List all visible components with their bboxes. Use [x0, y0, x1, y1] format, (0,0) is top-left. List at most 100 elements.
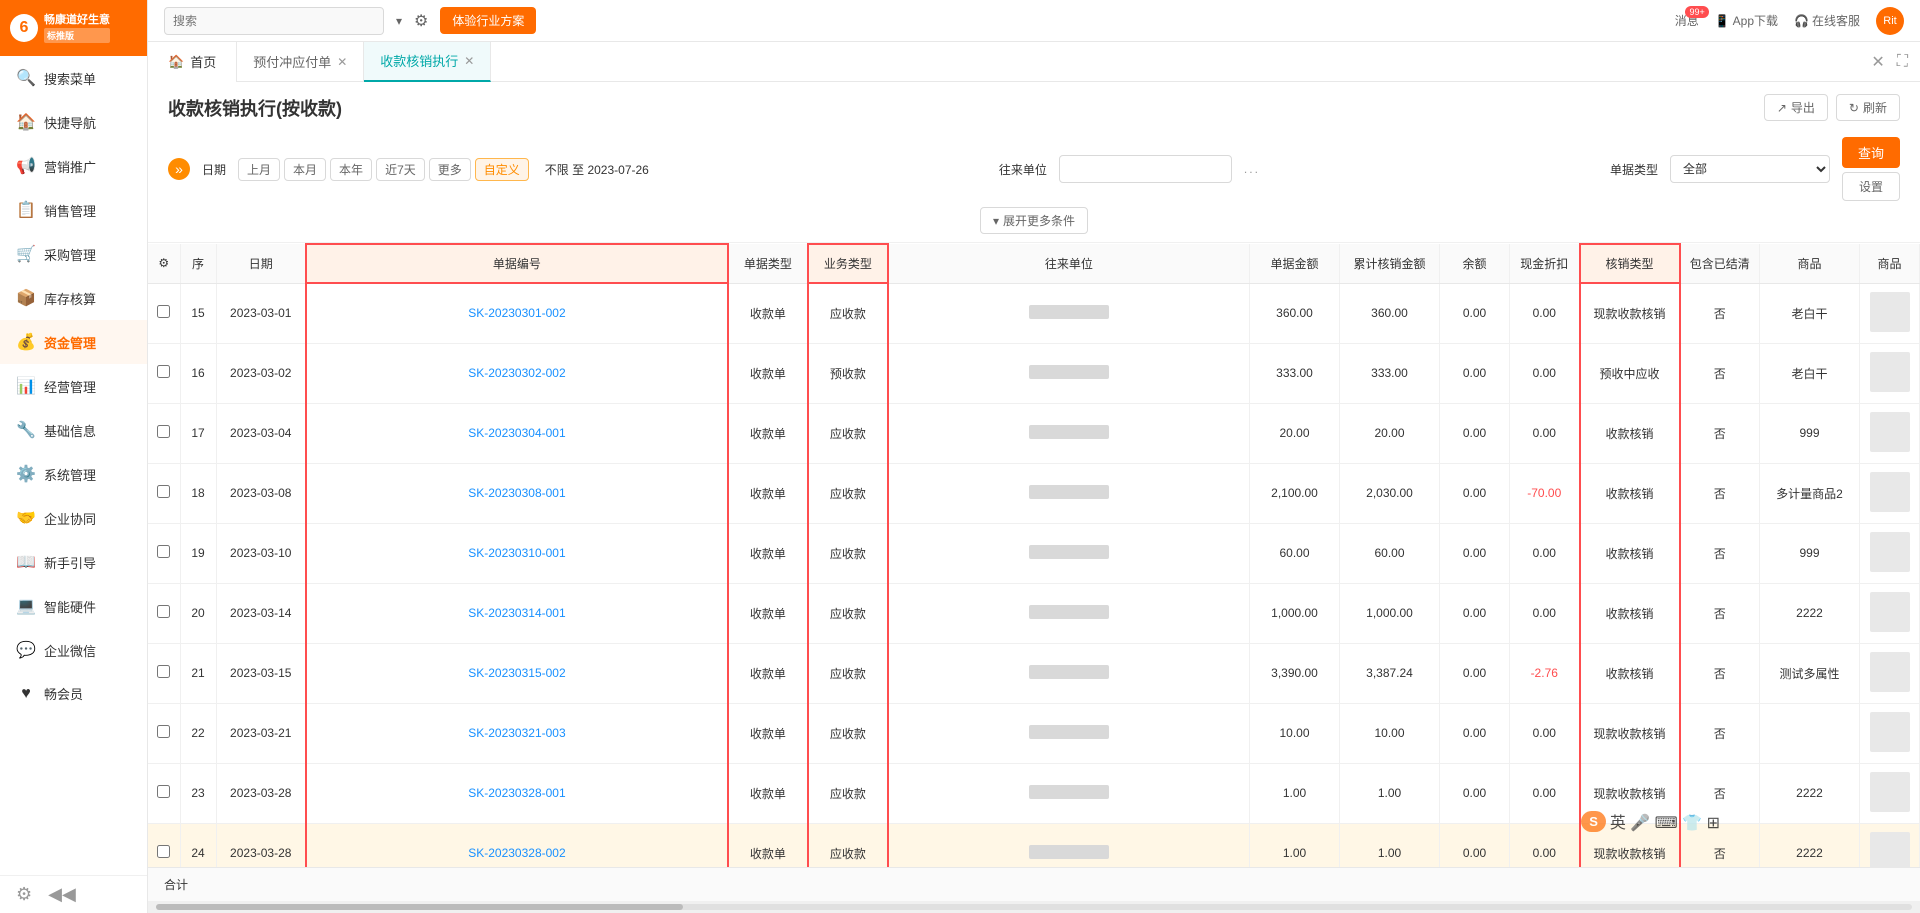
voucher-no-link[interactable]: SK-20230301-002: [468, 306, 565, 320]
settings-icon[interactable]: ⚙: [16, 884, 32, 905]
sidebar-item-inventory[interactable]: 📦库存核算: [0, 276, 147, 320]
cell-partner: [888, 343, 1250, 403]
row-checkbox[interactable]: [157, 485, 170, 498]
tab-collection[interactable]: 收款核销执行 ✕: [364, 42, 491, 82]
voucher-no-link[interactable]: SK-20230328-002: [468, 846, 565, 860]
cell-checkbox[interactable]: [148, 283, 180, 343]
col-settings-header[interactable]: ⚙: [148, 244, 180, 283]
cell-balance: 0.00: [1440, 583, 1510, 643]
cell-verify-type: 收款核销: [1580, 523, 1680, 583]
solution-button[interactable]: 体验行业方案: [440, 7, 536, 34]
app-download-link[interactable]: 📱 App下载: [1715, 12, 1778, 29]
cell-goods: 测试多属性: [1760, 643, 1860, 703]
cell-goods: 老白干: [1760, 283, 1860, 343]
sidebar-item-guide[interactable]: 📖新手引导: [0, 540, 147, 584]
cell-partner: [888, 643, 1250, 703]
sidebar-item-purchase[interactable]: 🛒采购管理: [0, 232, 147, 276]
date-this-year-btn[interactable]: 本年: [330, 158, 372, 181]
sidebar-item-finance[interactable]: 💰资金管理: [0, 320, 147, 364]
export-button[interactable]: ↗ 导出: [1764, 94, 1828, 121]
table-settings-icon[interactable]: ⚙: [158, 256, 169, 270]
date-custom-btn[interactable]: 自定义: [475, 158, 529, 181]
row-checkbox[interactable]: [157, 305, 170, 318]
sidebar-item-hardware[interactable]: 💻智能硬件: [0, 584, 147, 628]
cell-checkbox[interactable]: [148, 523, 180, 583]
filter-toggle-button[interactable]: »: [168, 158, 190, 180]
row-checkbox[interactable]: [157, 605, 170, 618]
sidebar-item-wechat[interactable]: 💬企业微信: [0, 628, 147, 672]
partner-filter-label: 往来单位: [999, 161, 1047, 178]
cell-checkbox[interactable]: [148, 643, 180, 703]
sidebar-item-operation[interactable]: 📊经营管理: [0, 364, 147, 408]
date-7days-btn[interactable]: 近7天: [376, 158, 425, 181]
cell-checkbox[interactable]: [148, 403, 180, 463]
notification-icon[interactable]: 消息 99+: [1675, 12, 1699, 29]
cell-checkbox[interactable]: [148, 763, 180, 823]
tab-prepay[interactable]: 预付冲应付单 ✕: [237, 42, 364, 82]
cell-num: 20: [180, 583, 216, 643]
nav-icon-system: ⚙️: [16, 464, 36, 484]
sidebar: 6 畅康道好生意 标推版 🔍搜索菜单🏠快捷导航📢营销推广📋销售管理🛒采购管理📦库…: [0, 0, 148, 913]
row-checkbox[interactable]: [157, 665, 170, 678]
date-last-month-btn[interactable]: 上月: [238, 158, 280, 181]
voucher-no-link[interactable]: SK-20230314-001: [468, 606, 565, 620]
date-more-btn[interactable]: 更多: [429, 158, 471, 181]
voucher-type-select[interactable]: 全部: [1670, 155, 1830, 183]
tab-close-collection[interactable]: ✕: [464, 54, 474, 68]
sidebar-item-sales[interactable]: 📋销售管理: [0, 188, 147, 232]
collapse-icon[interactable]: ◀◀: [48, 884, 76, 905]
online-service-link[interactable]: 🎧 在线客服: [1794, 12, 1860, 29]
cell-include-settled: 否: [1680, 643, 1760, 703]
voucher-no-link[interactable]: SK-20230321-003: [468, 726, 565, 740]
app-icon: 📱: [1715, 14, 1730, 28]
row-checkbox[interactable]: [157, 785, 170, 798]
tab-close-all-icon[interactable]: ✕: [1871, 52, 1884, 72]
voucher-no-link[interactable]: SK-20230310-001: [468, 546, 565, 560]
horizontal-scrollbar[interactable]: [148, 901, 1920, 913]
topbar-gear-icon[interactable]: ⚙: [414, 11, 428, 31]
sidebar-item-system[interactable]: ⚙️系统管理: [0, 452, 147, 496]
sidebar-item-marketing[interactable]: 📢营销推广: [0, 144, 147, 188]
cell-checkbox[interactable]: [148, 823, 180, 867]
table-container[interactable]: ⚙ 序 日期 单据编号 单据类型 业务类型 往来单位 单据金额 累计核销金额 余…: [148, 243, 1920, 867]
tab-home[interactable]: 🏠 首页: [148, 42, 237, 82]
voucher-no-link[interactable]: SK-20230315-002: [468, 666, 565, 680]
cell-checkbox[interactable]: [148, 703, 180, 763]
row-checkbox[interactable]: [157, 725, 170, 738]
sidebar-item-corp[interactable]: 🤝企业协同: [0, 496, 147, 540]
data-table: ⚙ 序 日期 单据编号 单据类型 业务类型 往来单位 单据金额 累计核销金额 余…: [148, 243, 1920, 867]
cell-checkbox[interactable]: [148, 583, 180, 643]
partner-filter-input[interactable]: [1059, 155, 1232, 183]
cell-cumulative: 333.00: [1340, 343, 1440, 403]
sidebar-item-search[interactable]: 🔍搜索菜单: [0, 56, 147, 100]
row-checkbox[interactable]: [157, 365, 170, 378]
filter-settings-button[interactable]: 设置: [1842, 172, 1900, 201]
sidebar-item-basic[interactable]: 🔧基础信息: [0, 408, 147, 452]
date-this-month-btn[interactable]: 本月: [284, 158, 326, 181]
table-footer: 合计: [148, 867, 1920, 901]
voucher-no-link[interactable]: SK-20230308-001: [468, 486, 565, 500]
sidebar-item-member[interactable]: ♥畅会员: [0, 672, 147, 715]
query-button[interactable]: 查询: [1842, 137, 1900, 168]
voucher-no-link[interactable]: SK-20230328-001: [468, 786, 565, 800]
user-avatar[interactable]: Rit: [1876, 7, 1904, 35]
cell-num: 21: [180, 643, 216, 703]
cell-cumulative: 360.00: [1340, 283, 1440, 343]
tab-close-prepay[interactable]: ✕: [337, 55, 347, 69]
voucher-no-link[interactable]: SK-20230302-002: [468, 366, 565, 380]
row-checkbox[interactable]: [157, 845, 170, 858]
topbar-dropdown[interactable]: ▾: [396, 14, 402, 28]
row-checkbox[interactable]: [157, 425, 170, 438]
voucher-no-link[interactable]: SK-20230304-001: [468, 426, 565, 440]
refresh-button[interactable]: ↻ 刷新: [1836, 94, 1900, 121]
cell-date: 2023-03-15: [216, 643, 306, 703]
cell-checkbox[interactable]: [148, 463, 180, 523]
tab-fullscreen-icon[interactable]: ⛶: [1897, 53, 1908, 71]
cell-biz-type: 应收款: [808, 823, 888, 867]
expand-filter-button[interactable]: ▾ 展开更多条件: [980, 207, 1088, 234]
cell-voucher-no: SK-20230310-001: [306, 523, 728, 583]
cell-checkbox[interactable]: [148, 343, 180, 403]
search-input[interactable]: [164, 7, 384, 35]
sidebar-item-shortcut[interactable]: 🏠快捷导航: [0, 100, 147, 144]
row-checkbox[interactable]: [157, 545, 170, 558]
